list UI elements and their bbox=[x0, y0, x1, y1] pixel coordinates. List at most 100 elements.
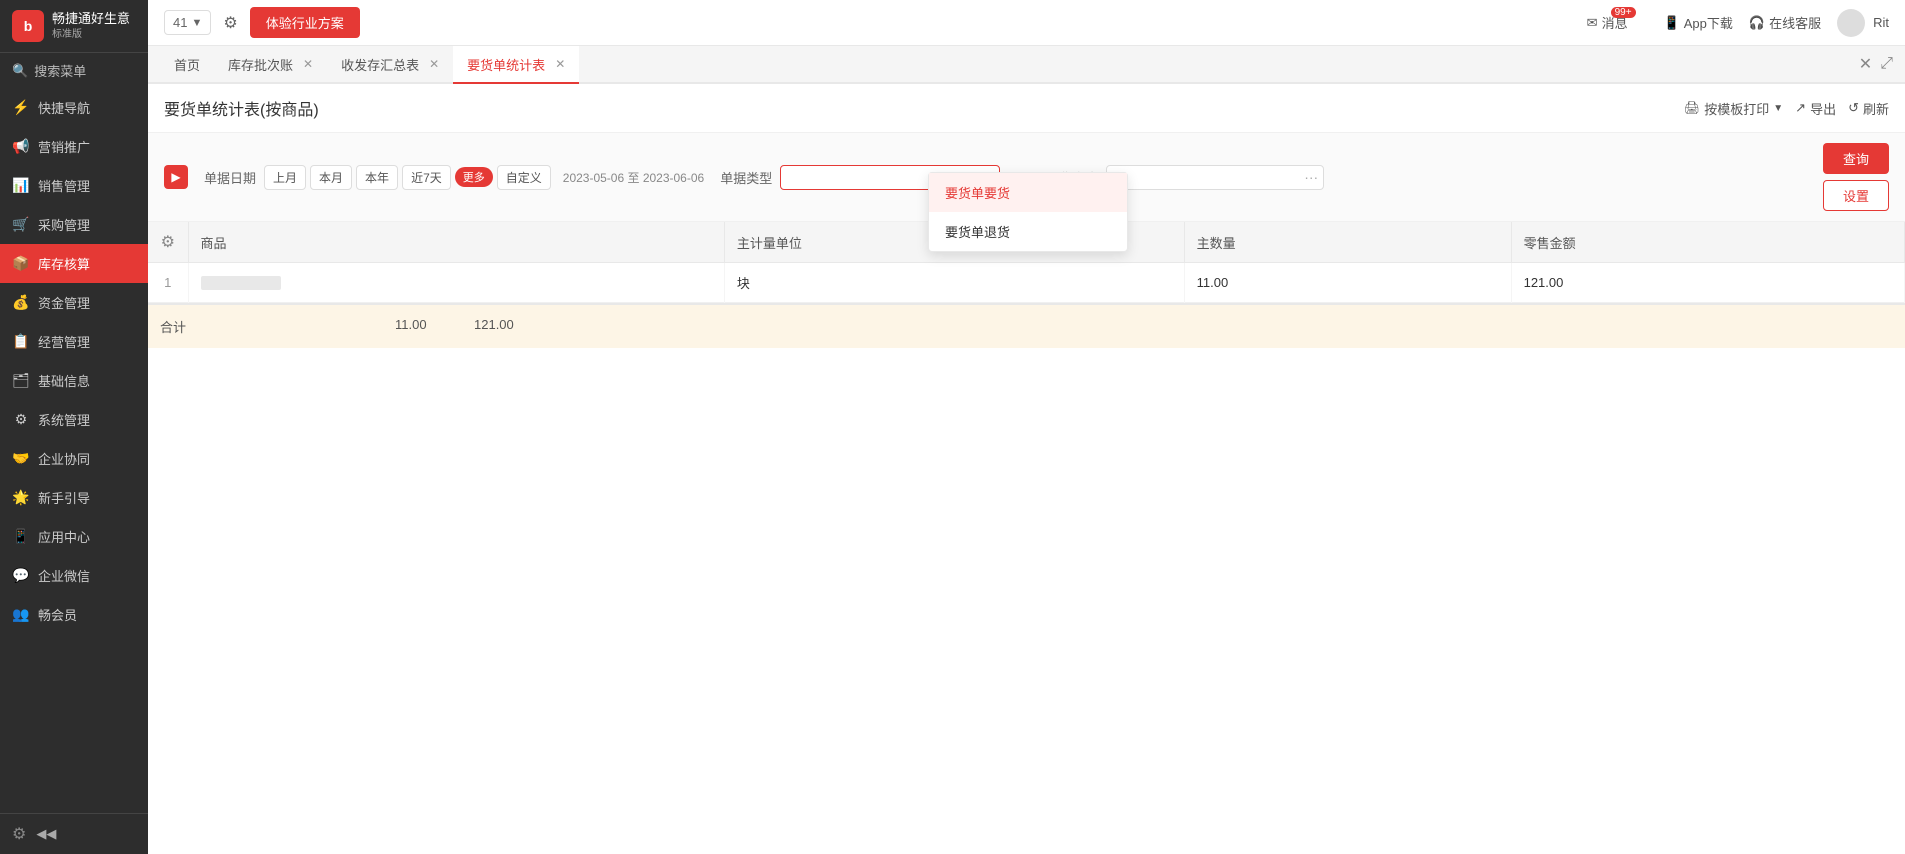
header-gear-icon[interactable]: ⚙ bbox=[223, 13, 237, 33]
user-avatar[interactable]: Rit bbox=[1837, 9, 1889, 37]
sidebar-item-label: 企业微信 bbox=[38, 566, 90, 585]
sidebar-item-inventory[interactable]: 📦 库存核算 bbox=[0, 244, 148, 283]
app-download-icon: 📱 bbox=[1664, 15, 1680, 31]
print-btn[interactable]: 🖨 按模板打印 ▼ bbox=[1684, 99, 1783, 118]
sidebar-logo: b 畅捷通好生意 标准版 bbox=[0, 0, 148, 53]
page-title-bar: 要货单统计表(按商品) 🖨 按模板打印 ▼ ↗ 导出 ↺ 刷新 bbox=[148, 84, 1905, 133]
chevron-down-icon: ▼ bbox=[191, 17, 202, 29]
member-icon: 👥 bbox=[12, 606, 30, 623]
footer-total-amount: 121.00 bbox=[448, 317, 528, 336]
sidebar-item-label: 采购管理 bbox=[38, 215, 90, 234]
sidebar-item-quick-nav[interactable]: ⚡ 快捷导航 bbox=[0, 88, 148, 127]
date-btn-year[interactable]: 本年 bbox=[356, 165, 398, 190]
table-footer: 合计 11.00 121.00 bbox=[148, 303, 1905, 348]
sidebar-item-label: 新手引导 bbox=[38, 488, 90, 507]
col-amount: 零售金额 bbox=[1511, 222, 1904, 263]
export-label: 导出 bbox=[1810, 99, 1836, 118]
sidebar-item-label: 库存核算 bbox=[38, 254, 90, 273]
sidebar-item-system[interactable]: ⚙ 系统管理 bbox=[0, 400, 148, 439]
trial-btn[interactable]: 体验行业方案 bbox=[250, 7, 360, 38]
date-btn-7[interactable]: 近7天 bbox=[402, 165, 451, 190]
user-name: Rit bbox=[1873, 15, 1889, 30]
date-btn-up[interactable]: 上月 bbox=[264, 165, 306, 190]
basic-icon: 🗂 bbox=[12, 372, 30, 389]
sidebar-item-label: 基础信息 bbox=[38, 371, 90, 390]
warehouse-dots: ··· bbox=[1304, 169, 1318, 185]
print-icon: 🖨 bbox=[1684, 100, 1701, 116]
message-btn[interactable]: ✉ 消息 99+ bbox=[1587, 13, 1628, 32]
tab-receivable-close[interactable]: ✕ bbox=[429, 57, 439, 71]
app-download-btn[interactable]: 📱 App下载 bbox=[1664, 13, 1733, 32]
filter-settings-btn[interactable]: 设置 bbox=[1823, 180, 1889, 211]
refresh-label: 刷新 bbox=[1863, 99, 1889, 118]
sidebar-item-label: 资金管理 bbox=[38, 293, 90, 312]
sidebar-item-label: 企业协同 bbox=[38, 449, 90, 468]
message-icon: ✉ bbox=[1587, 15, 1598, 31]
date-custom-btn[interactable]: 自定义 bbox=[497, 165, 551, 190]
collab-icon: 🤝 bbox=[12, 450, 30, 467]
dropdown-item-order-goods[interactable]: 要货单要货 bbox=[929, 173, 1127, 212]
sidebar-item-wechat[interactable]: 💬 企业微信 bbox=[0, 556, 148, 595]
sidebar-item-operations[interactable]: 📋 经营管理 bbox=[0, 322, 148, 361]
tab-inventory-batch[interactable]: 库存批次账 ✕ bbox=[214, 46, 327, 84]
online-service-btn[interactable]: 🎧 在线客服 bbox=[1749, 13, 1821, 32]
tab-expand-icon[interactable]: ⤢ bbox=[1880, 55, 1893, 73]
query-btn[interactable]: 查询 bbox=[1823, 143, 1889, 174]
sidebar-item-marketing[interactable]: 📢 营销推广 bbox=[0, 127, 148, 166]
sidebar-item-member[interactable]: 👥 畅会员 bbox=[0, 595, 148, 634]
sidebar-settings-icon[interactable]: ⚙ bbox=[12, 824, 26, 844]
purchase-icon: 🛒 bbox=[12, 216, 30, 233]
avatar bbox=[1837, 9, 1865, 37]
col-product: 商品 bbox=[188, 222, 724, 263]
row-product bbox=[188, 263, 724, 303]
sidebar-item-label: 经营管理 bbox=[38, 332, 90, 351]
online-service-label: 在线客服 bbox=[1769, 13, 1821, 32]
sidebar-item-collab[interactable]: 🤝 企业协同 bbox=[0, 439, 148, 478]
quick-nav-icon: ⚡ bbox=[12, 99, 30, 116]
sidebar-item-label: 畅会员 bbox=[38, 605, 77, 624]
store-selector[interactable]: 41 ▼ bbox=[164, 10, 211, 35]
tab-close-all-icon[interactable]: ✕ bbox=[1859, 54, 1872, 74]
refresh-btn[interactable]: ↺ 刷新 bbox=[1848, 99, 1889, 118]
print-label: 按模板打印 bbox=[1704, 99, 1769, 118]
company-name: 畅捷通好生意 bbox=[52, 11, 130, 28]
page-title: 要货单统计表(按商品) bbox=[164, 96, 319, 120]
tab-order-stats-label: 要货单统计表 bbox=[467, 55, 545, 74]
service-icon: 🎧 bbox=[1749, 15, 1765, 31]
col-settings[interactable]: ⚙ bbox=[148, 222, 188, 263]
sidebar-item-label: 应用中心 bbox=[38, 527, 90, 546]
footer-total-qty: 11.00 bbox=[355, 317, 448, 336]
export-btn[interactable]: ↗ 导出 bbox=[1795, 99, 1836, 118]
footer-total-label: 合计 bbox=[160, 317, 355, 336]
app-download-label: App下载 bbox=[1684, 13, 1733, 32]
sidebar-item-purchase[interactable]: 🛒 采购管理 bbox=[0, 205, 148, 244]
date-btn-cur[interactable]: 本月 bbox=[310, 165, 352, 190]
dropdown-item-order-return[interactable]: 要货单退货 bbox=[929, 212, 1127, 251]
col-qty: 主数量 bbox=[1184, 222, 1511, 263]
sidebar-item-search[interactable]: 🔍 搜索菜单 bbox=[0, 53, 148, 88]
sidebar-item-sales[interactable]: 📊 销售管理 bbox=[0, 166, 148, 205]
sidebar-item-basic[interactable]: 🗂 基础信息 bbox=[0, 361, 148, 400]
tab-order-stats-close[interactable]: ✕ bbox=[555, 57, 565, 71]
tab-order-stats[interactable]: 要货单统计表 ✕ bbox=[453, 46, 579, 84]
date-more-btn[interactable]: 更多 bbox=[455, 167, 493, 187]
tab-inventory-batch-label: 库存批次账 bbox=[228, 55, 293, 74]
tab-inventory-batch-close[interactable]: ✕ bbox=[303, 57, 313, 71]
sidebar-collapse-btn[interactable]: ◀◀ bbox=[36, 826, 56, 842]
col-settings-icon[interactable]: ⚙ bbox=[161, 234, 175, 251]
row-amount: 121.00 bbox=[1511, 263, 1904, 303]
refresh-icon: ↺ bbox=[1848, 100, 1859, 116]
sidebar-item-finance[interactable]: 💰 资金管理 bbox=[0, 283, 148, 322]
warehouse-filter-input[interactable] bbox=[1106, 165, 1324, 190]
date-filter-group: 单据日期 上月 本月 本年 近7天 更多 自定义 2023-05-06 至 20… bbox=[204, 165, 704, 190]
filter-expand-btn[interactable]: ▶ bbox=[164, 165, 188, 189]
sidebar-item-apps[interactable]: 📱 应用中心 bbox=[0, 517, 148, 556]
type-filter-label: 单据类型 bbox=[720, 168, 772, 187]
tab-receivable[interactable]: 收发存汇总表 ✕ bbox=[327, 46, 453, 84]
main-area: 41 ▼ ⚙ 体验行业方案 ✉ 消息 99+ 📱 App下载 🎧 在线客服 R bbox=[148, 0, 1905, 854]
table-row: 1 块 11.00 121.00 bbox=[148, 263, 1905, 303]
tab-home[interactable]: 首页 bbox=[160, 46, 214, 84]
sidebar-item-guide[interactable]: 🌟 新手引导 bbox=[0, 478, 148, 517]
sidebar-item-label: 快捷导航 bbox=[38, 98, 90, 117]
row-unit: 块 bbox=[724, 263, 1184, 303]
